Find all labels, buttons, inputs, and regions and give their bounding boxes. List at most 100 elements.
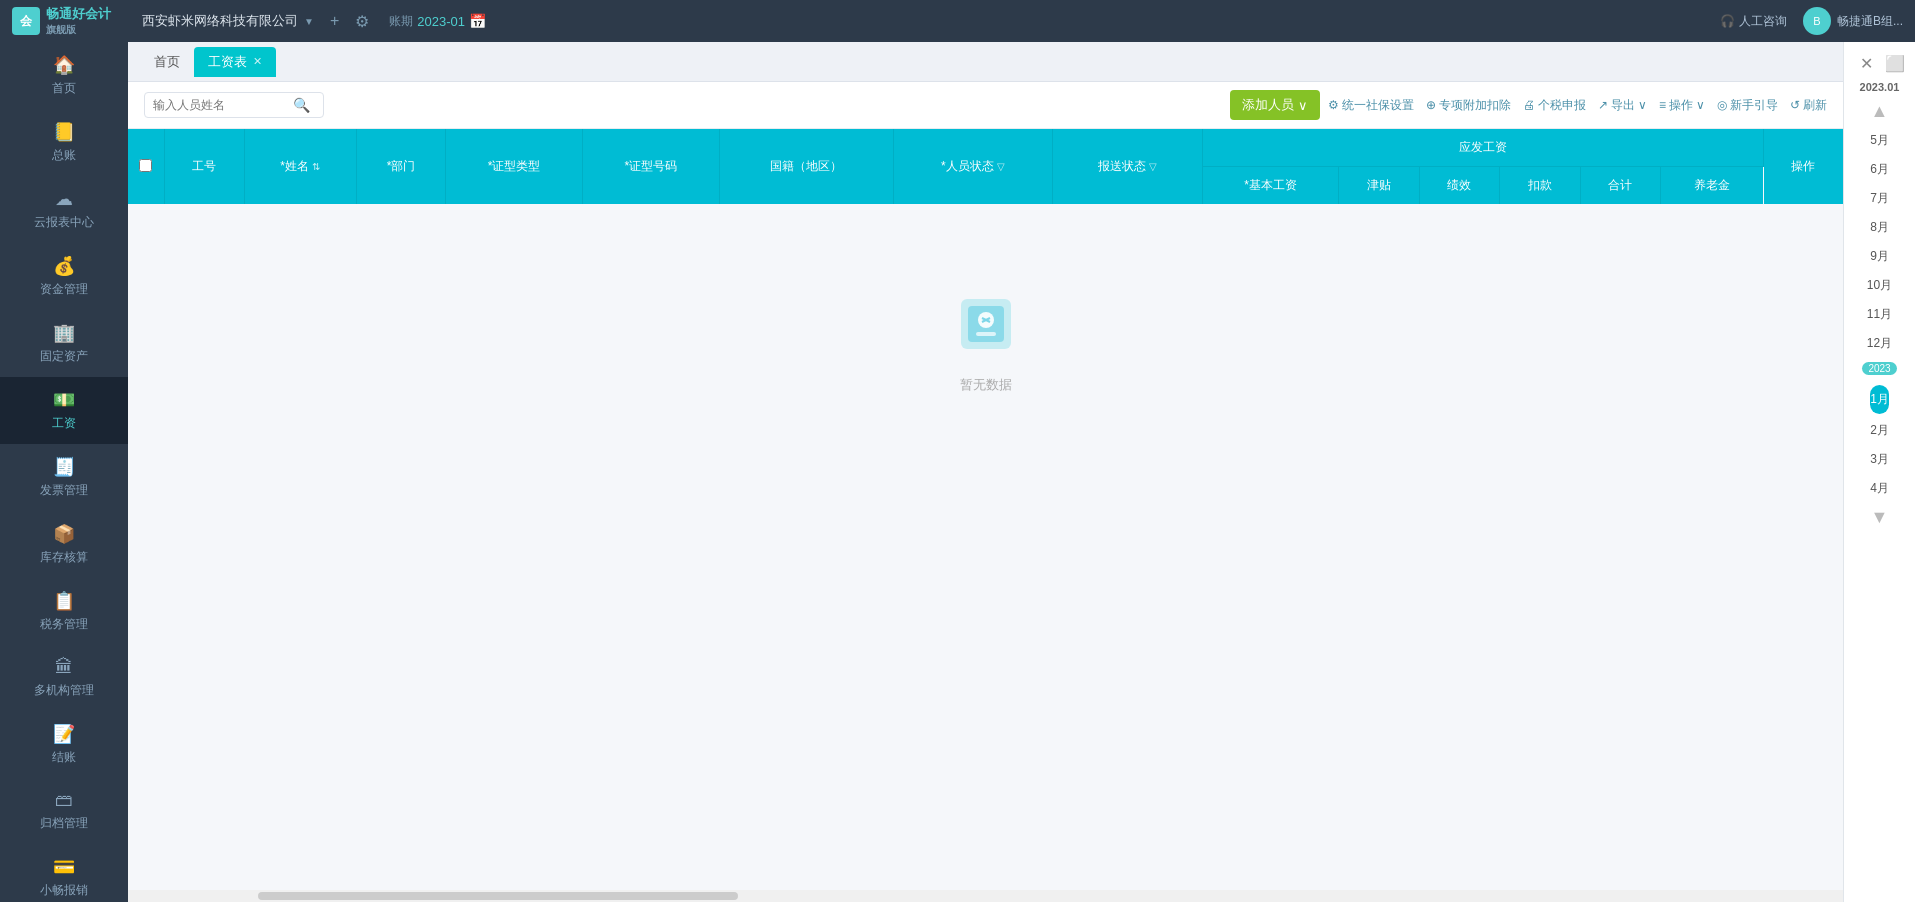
col-deduction: 扣款 — [1500, 167, 1580, 205]
cal-month-1[interactable]: 1月 — [1870, 385, 1889, 414]
main-layout: 🏠 首页 📒 总账 ☁ 云报表中心 💰 资金管理 🏢 固定资产 💵 工资 🧾 发… — [0, 42, 1915, 902]
sidebar-item-payroll[interactable]: 💵 工资 — [0, 377, 128, 444]
sidebar-item-ledger[interactable]: 📒 总账 — [0, 109, 128, 176]
cal-month-8[interactable]: 8月 — [1844, 213, 1915, 242]
settings-icon[interactable]: ⚙ — [351, 8, 373, 35]
sidebar-item-cloud-report[interactable]: ☁ 云报表中心 — [0, 176, 128, 243]
multi-org-icon: 🏛 — [55, 657, 73, 678]
social-security-label: 统一社保设置 — [1342, 97, 1414, 114]
tab-home-label: 首页 — [154, 53, 180, 71]
sidebar-label-cloud: 云报表中心 — [34, 214, 94, 231]
payroll-table: 工号 *姓名 ⇅ *部门 *证型类型 *证型号码 国籍（地区） *人员状态 ▽ — [128, 129, 1843, 474]
company-selector[interactable]: 西安虾米网络科技有限公司 ▼ — [142, 12, 314, 30]
refresh-button[interactable]: ↺ 刷新 — [1790, 97, 1827, 114]
export-button[interactable]: ↗ 导出 ∨ — [1598, 97, 1647, 114]
add-company-button[interactable]: + — [326, 8, 343, 34]
cal-month-11[interactable]: 11月 — [1844, 300, 1915, 329]
header-right: 🎧 人工咨询 B 畅捷通B组... — [1720, 7, 1903, 35]
search-icon: 🔍 — [293, 97, 310, 113]
col-allowance: 津贴 — [1339, 167, 1419, 205]
add-person-button[interactable]: 添加人员 ∨ — [1230, 90, 1320, 120]
invoice-icon: 🧾 — [53, 456, 75, 478]
sidebar-item-inventory[interactable]: 📦 库存核算 — [0, 511, 128, 578]
special-deduction-button[interactable]: ⊕ 专项附加扣除 — [1426, 97, 1511, 114]
tax-icon: 📋 — [53, 590, 75, 612]
col-status: *人员状态 ▽ — [894, 129, 1053, 204]
col-checkbox[interactable] — [128, 129, 164, 204]
payroll-icon: 💵 — [53, 389, 75, 411]
home-icon: 🏠 — [53, 54, 75, 76]
table-scrollbar[interactable] — [128, 890, 1843, 902]
search-input-wrap: 🔍 — [144, 92, 324, 118]
toolbar: 🔍 添加人员 ∨ ⚙ 统一社保设置 ⊕ 专项附加扣除 🖨 个税申报 — [128, 82, 1843, 129]
personal-tax-label: 个税申报 — [1538, 97, 1586, 114]
sort-icon[interactable]: ⇅ — [312, 161, 320, 172]
support-button[interactable]: 🎧 人工咨询 — [1720, 13, 1787, 30]
col-name: *姓名 ⇅ — [244, 129, 356, 204]
tab-home[interactable]: 首页 — [140, 47, 194, 77]
sidebar-item-expense[interactable]: 💳 小畅报销 — [0, 844, 128, 902]
tab-close-icon[interactable]: ✕ — [253, 55, 262, 68]
add-person-chevron-icon: ∨ — [1298, 98, 1308, 113]
cal-month-12[interactable]: 12月 — [1844, 329, 1915, 358]
col-report-status: 报送状态 ▽ — [1053, 129, 1203, 204]
sidebar-label-tax: 税务管理 — [40, 616, 88, 633]
cal-month-2[interactable]: 2月 — [1844, 416, 1915, 445]
app-version: 旗舰版 — [46, 23, 111, 37]
add-person-label: 添加人员 — [1242, 96, 1294, 114]
export-icon: ↗ — [1598, 98, 1608, 112]
panel-maximize-button[interactable]: ⬜ — [1879, 52, 1911, 75]
panel-close-button[interactable]: ✕ — [1854, 52, 1879, 75]
sidebar-item-funds[interactable]: 💰 资金管理 — [0, 243, 128, 310]
col-total: 合计 — [1580, 167, 1660, 205]
sidebar-item-home[interactable]: 🏠 首页 — [0, 42, 128, 109]
search-input[interactable] — [153, 98, 293, 112]
social-security-icon: ⚙ — [1328, 98, 1339, 112]
table-wrap: 工号 *姓名 ⇅ *部门 *证型类型 *证型号码 国籍（地区） *人员状态 ▽ — [128, 129, 1843, 890]
report-filter-icon[interactable]: ▽ — [1149, 161, 1157, 172]
col-id-type: *证型类型 — [446, 129, 583, 204]
sidebar-label-payroll: 工资 — [52, 415, 76, 432]
tab-payroll[interactable]: 工资表 ✕ — [194, 47, 276, 77]
cal-up-nav[interactable]: ▲ — [1867, 97, 1893, 126]
period-value[interactable]: 2023-01 — [417, 14, 465, 29]
sidebar-item-close-period[interactable]: 📝 结账 — [0, 711, 128, 778]
sidebar-item-tax[interactable]: 📋 税务管理 — [0, 578, 128, 645]
select-all-checkbox[interactable] — [139, 159, 152, 172]
guide-toolbar-icon: ◎ — [1717, 98, 1727, 112]
cal-month-7[interactable]: 7月 — [1844, 184, 1915, 213]
cal-month-6[interactable]: 6月 — [1844, 155, 1915, 184]
company-chevron-icon: ▼ — [304, 16, 314, 27]
table-scrollbar-thumb[interactable] — [258, 892, 738, 900]
social-security-button[interactable]: ⚙ 统一社保设置 — [1328, 97, 1414, 114]
col-dept: *部门 — [356, 129, 446, 204]
sidebar-label-multi-org: 多机构管理 — [34, 682, 94, 699]
toolbar-actions: ⚙ 统一社保设置 ⊕ 专项附加扣除 🖨 个税申报 ↗ 导出 ∨ ≡ — [1328, 97, 1827, 114]
close-period-icon: 📝 — [53, 723, 75, 745]
operations-button[interactable]: ≡ 操作 ∨ — [1659, 97, 1705, 114]
sidebar-item-archive[interactable]: 🗃 归档管理 — [0, 778, 128, 844]
avatar: B — [1803, 7, 1831, 35]
user-area: B 畅捷通B组... — [1803, 7, 1903, 35]
calendar-icon[interactable]: 📅 — [469, 13, 486, 29]
ledger-icon: 📒 — [53, 121, 75, 143]
special-deduction-label: 专项附加扣除 — [1439, 97, 1511, 114]
sidebar-item-multi-org[interactable]: 🏛 多机构管理 — [0, 645, 128, 711]
fixed-assets-icon: 🏢 — [53, 322, 75, 344]
support-icon: 🎧 — [1720, 14, 1735, 28]
sidebar-item-fixed-assets[interactable]: 🏢 固定资产 — [0, 310, 128, 377]
cal-month-9[interactable]: 9月 — [1844, 242, 1915, 271]
personal-tax-button[interactable]: 🖨 个税申报 — [1523, 97, 1586, 114]
sidebar-label-close-period: 结账 — [52, 749, 76, 766]
sidebar-item-invoice[interactable]: 🧾 发票管理 — [0, 444, 128, 511]
expense-icon: 💳 — [53, 856, 75, 878]
sidebar-label-funds: 资金管理 — [40, 281, 88, 298]
sidebar-label-expense: 小畅报销 — [40, 882, 88, 899]
cal-month-3[interactable]: 3月 — [1844, 445, 1915, 474]
cal-month-10[interactable]: 10月 — [1844, 271, 1915, 300]
status-filter-icon[interactable]: ▽ — [997, 161, 1005, 172]
cal-month-4[interactable]: 4月 — [1844, 474, 1915, 503]
guide-button[interactable]: ◎ 新手引导 — [1717, 97, 1778, 114]
cal-down-nav[interactable]: ▼ — [1867, 503, 1893, 532]
cal-month-5[interactable]: 5月 — [1844, 126, 1915, 155]
